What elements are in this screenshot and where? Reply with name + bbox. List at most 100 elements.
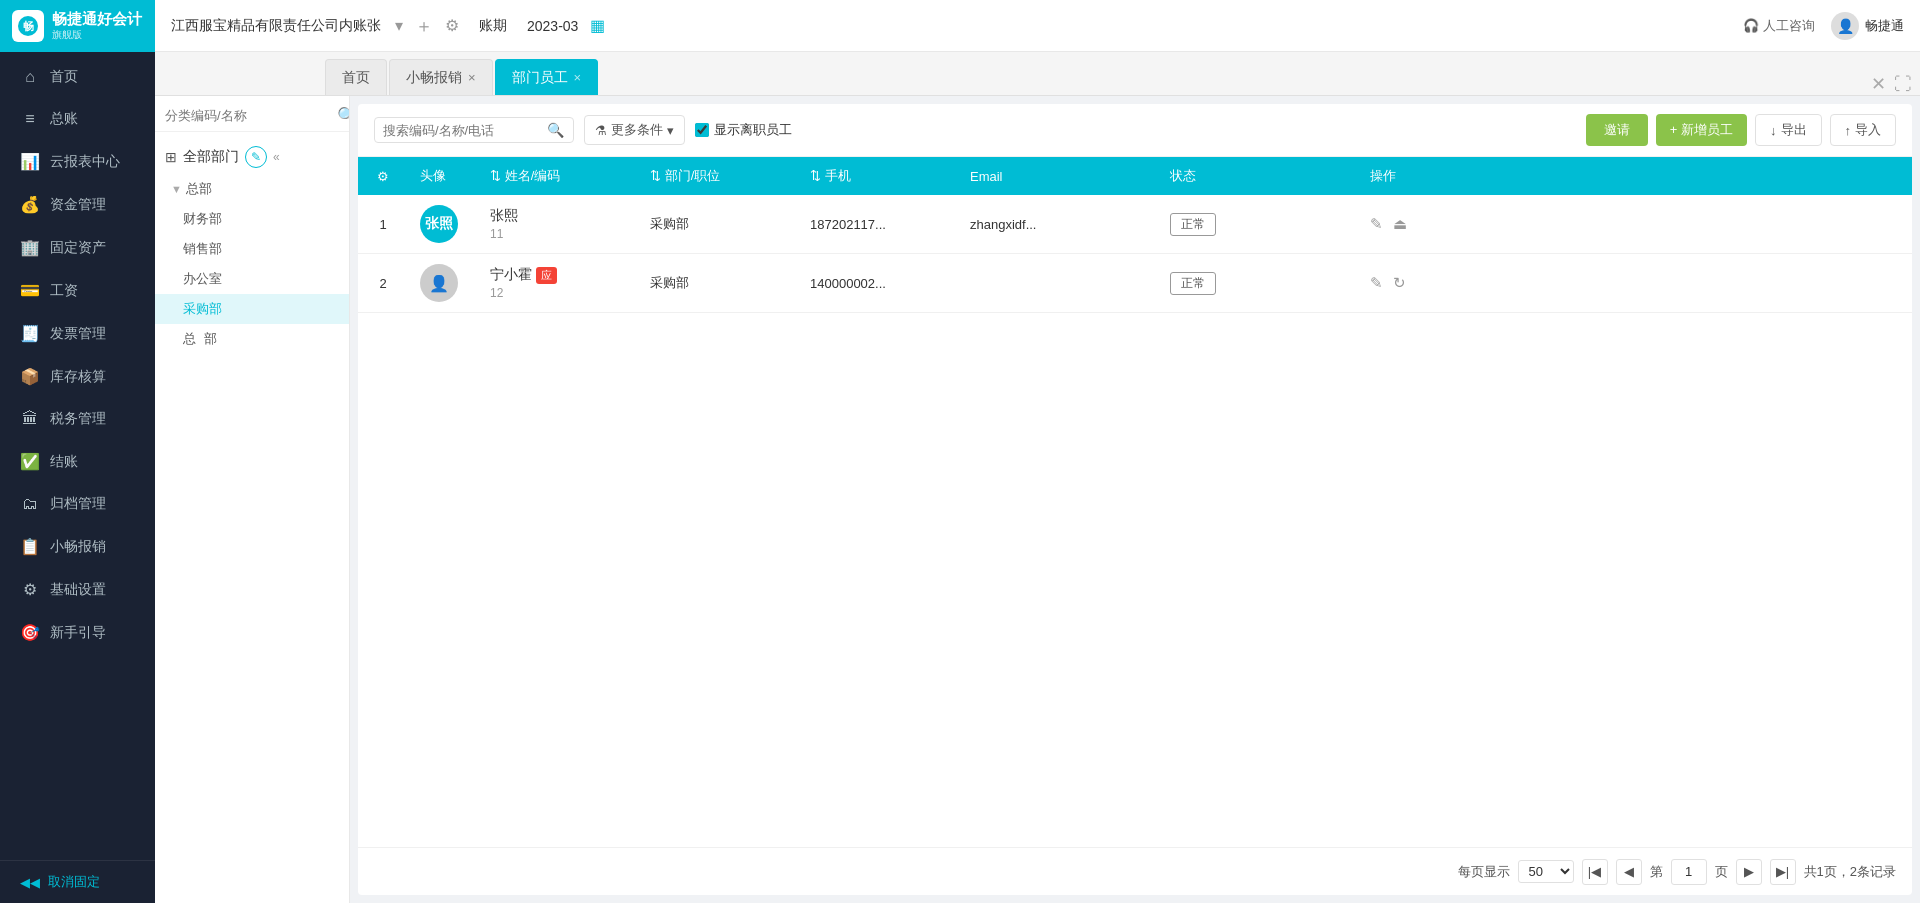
user-menu[interactable]: 👤 畅捷通	[1831, 12, 1904, 40]
first-page-button[interactable]: |◀	[1582, 859, 1608, 885]
sidebar-item-guide[interactable]: 🎯 新手引导	[0, 611, 155, 654]
col-settings[interactable]: ⚙	[358, 157, 408, 195]
prev-page-button[interactable]: ◀	[1616, 859, 1642, 885]
sidebar-item-label: 归档管理	[50, 495, 106, 513]
sidebar-item-tax[interactable]: 🏛 税务管理	[0, 398, 155, 440]
dept-item-finance[interactable]: 财务部	[155, 204, 349, 234]
dept-root-item[interactable]: ⊞ 全部部门 ✎ «	[155, 140, 349, 174]
dept-item-hq[interactable]: ▼ 总部	[155, 174, 349, 204]
sidebar-item-inventory[interactable]: 📦 库存核算	[0, 355, 155, 398]
filter-chevron-icon: ▾	[667, 123, 674, 138]
sidebar-item-label: 基础设置	[50, 581, 106, 599]
dept-search-icon[interactable]: 🔍	[337, 106, 350, 125]
dept-panel: 🔍 ⊞ 全部部门 ✎ « ▼ 总部 财务部	[155, 96, 350, 903]
col-dept[interactable]: ⇅ 部门/职位	[638, 157, 798, 195]
support-button[interactable]: 🎧 人工咨询	[1743, 17, 1815, 35]
row2-name-block: 宁小霍 应 12	[490, 266, 626, 300]
archive-icon: 🗂	[20, 495, 40, 513]
col-name[interactable]: ⇅ 姓名/编码	[478, 157, 638, 195]
dept-item-general[interactable]: 总 部	[155, 324, 349, 354]
page-number-input[interactable]	[1671, 859, 1707, 885]
maximize-window-icon[interactable]: ⛶	[1894, 74, 1912, 95]
table-settings-icon[interactable]: ⚙	[377, 169, 389, 184]
sort-icon: ⇅	[490, 168, 501, 183]
app-subtitle: 旗舰版	[52, 28, 142, 42]
next-page-button[interactable]: ▶	[1736, 859, 1762, 885]
col-status-label: 状态	[1170, 168, 1196, 183]
dept-search-area: 🔍	[155, 96, 349, 132]
sidebar-item-label: 首页	[50, 68, 78, 86]
dept-item-purchase[interactable]: 采购部	[155, 294, 349, 324]
tab-dept-employee[interactable]: 部门员工 ×	[495, 59, 599, 95]
sidebar-item-label: 小畅报销	[50, 538, 106, 556]
sidebar-item-fund-mgmt[interactable]: 💰 资金管理	[0, 183, 155, 226]
sidebar-item-archive[interactable]: 🗂 归档管理	[0, 483, 155, 525]
sidebar-item-invoice[interactable]: 🧾 发票管理	[0, 312, 155, 355]
dept-search-input[interactable]	[165, 108, 333, 123]
company-settings-icon[interactable]: ⚙	[445, 16, 459, 35]
finance-label: 财务部	[183, 211, 222, 226]
row2-status-cell: 正常	[1158, 254, 1358, 313]
dept-item-office[interactable]: 办公室	[155, 264, 349, 294]
more-filter-button[interactable]: ⚗ 更多条件 ▾	[584, 115, 685, 145]
logout-icon[interactable]: ⏏	[1393, 215, 1407, 233]
dept-edit-icon[interactable]: ✎	[245, 146, 267, 168]
sidebar-item-settle[interactable]: ✅ 结账	[0, 440, 155, 483]
sort-icon: ⇅	[650, 168, 661, 183]
col-avatar-label: 头像	[420, 168, 446, 183]
unpin-label: 取消固定	[48, 873, 100, 891]
sidebar-item-home[interactable]: ⌂ 首页	[0, 56, 155, 98]
refresh-icon[interactable]: ↻	[1393, 274, 1406, 292]
sidebar-item-fixed-assets[interactable]: 🏢 固定资产	[0, 226, 155, 269]
row1-name: 张熙	[490, 207, 626, 225]
calendar-icon[interactable]: ▦	[590, 16, 605, 35]
sidebar-item-ledger[interactable]: ≡ 总账	[0, 98, 155, 140]
office-label: 办公室	[183, 271, 222, 286]
topbar: 江西服宝精品有限责任公司内账张 ▾ ＋ ⚙ 账期 2023-03 ▦ 🎧 人工咨…	[155, 0, 1920, 52]
row2-code: 12	[490, 286, 626, 300]
dept-item-sales[interactable]: 销售部	[155, 234, 349, 264]
fund-icon: 💰	[20, 195, 40, 214]
employee-search-icon[interactable]: 🔍	[547, 122, 564, 138]
sidebar-item-settings[interactable]: ⚙ 基础设置	[0, 568, 155, 611]
last-page-button[interactable]: ▶|	[1770, 859, 1796, 885]
sidebar-item-cloud-reports[interactable]: 📊 云报表中心	[0, 140, 155, 183]
general-label: 总 部	[183, 331, 219, 346]
sidebar-item-salary[interactable]: 💳 工资	[0, 269, 155, 312]
close-window-icon[interactable]: ✕	[1871, 73, 1886, 95]
col-dept-label: 部门/职位	[665, 168, 721, 183]
dept-header-btns: ✎	[245, 146, 267, 168]
import-label: 导入	[1855, 121, 1881, 139]
inventory-icon: 📦	[20, 367, 40, 386]
dept-root-label: 全部部门	[183, 148, 239, 166]
filter-label: 更多条件	[611, 121, 663, 139]
add-employee-button[interactable]: + 新增员工	[1656, 114, 1747, 146]
edit-icon[interactable]: ✎	[1370, 215, 1383, 233]
sidebar-item-expense[interactable]: 📋 小畅报销	[0, 525, 155, 568]
tab-home[interactable]: 首页	[325, 59, 387, 95]
row2-avatar-cell: 👤	[408, 254, 478, 313]
show-resigned-input[interactable]	[695, 123, 709, 137]
tab-expense-close[interactable]: ×	[468, 70, 476, 85]
company-name: 江西服宝精品有限责任公司内账张	[171, 17, 381, 35]
per-page-label: 每页显示	[1458, 863, 1510, 881]
per-page-select[interactable]: 50 20 100	[1518, 860, 1574, 883]
dept-collapse-icon[interactable]: «	[273, 150, 280, 164]
import-button[interactable]: ↑ 导入	[1830, 114, 1897, 146]
edit-icon[interactable]: ✎	[1370, 274, 1383, 292]
row1-email: zhangxidf...	[958, 195, 1158, 254]
col-mobile[interactable]: ⇅ 手机	[798, 157, 958, 195]
invite-button[interactable]: 邀请	[1586, 114, 1648, 146]
add-company-button[interactable]: ＋	[415, 14, 433, 38]
employee-search-input[interactable]	[383, 123, 543, 138]
filter-icon: ⚗	[595, 123, 607, 138]
tab-expense[interactable]: 小畅报销 ×	[389, 59, 493, 95]
company-dropdown-icon[interactable]: ▾	[395, 16, 403, 35]
avatar: 张照	[420, 205, 458, 243]
unpin-button[interactable]: ◀◀ 取消固定	[0, 860, 155, 903]
export-button[interactable]: ↓ 导出	[1755, 114, 1822, 146]
show-resigned-checkbox[interactable]: 显示离职员工	[695, 121, 792, 139]
tab-dept-employee-close[interactable]: ×	[574, 70, 582, 85]
row1-status-cell: 正常	[1158, 195, 1358, 254]
table-header: ⚙ 头像 ⇅ 姓名/编码 ⇅ 部门/职位	[358, 157, 1912, 195]
